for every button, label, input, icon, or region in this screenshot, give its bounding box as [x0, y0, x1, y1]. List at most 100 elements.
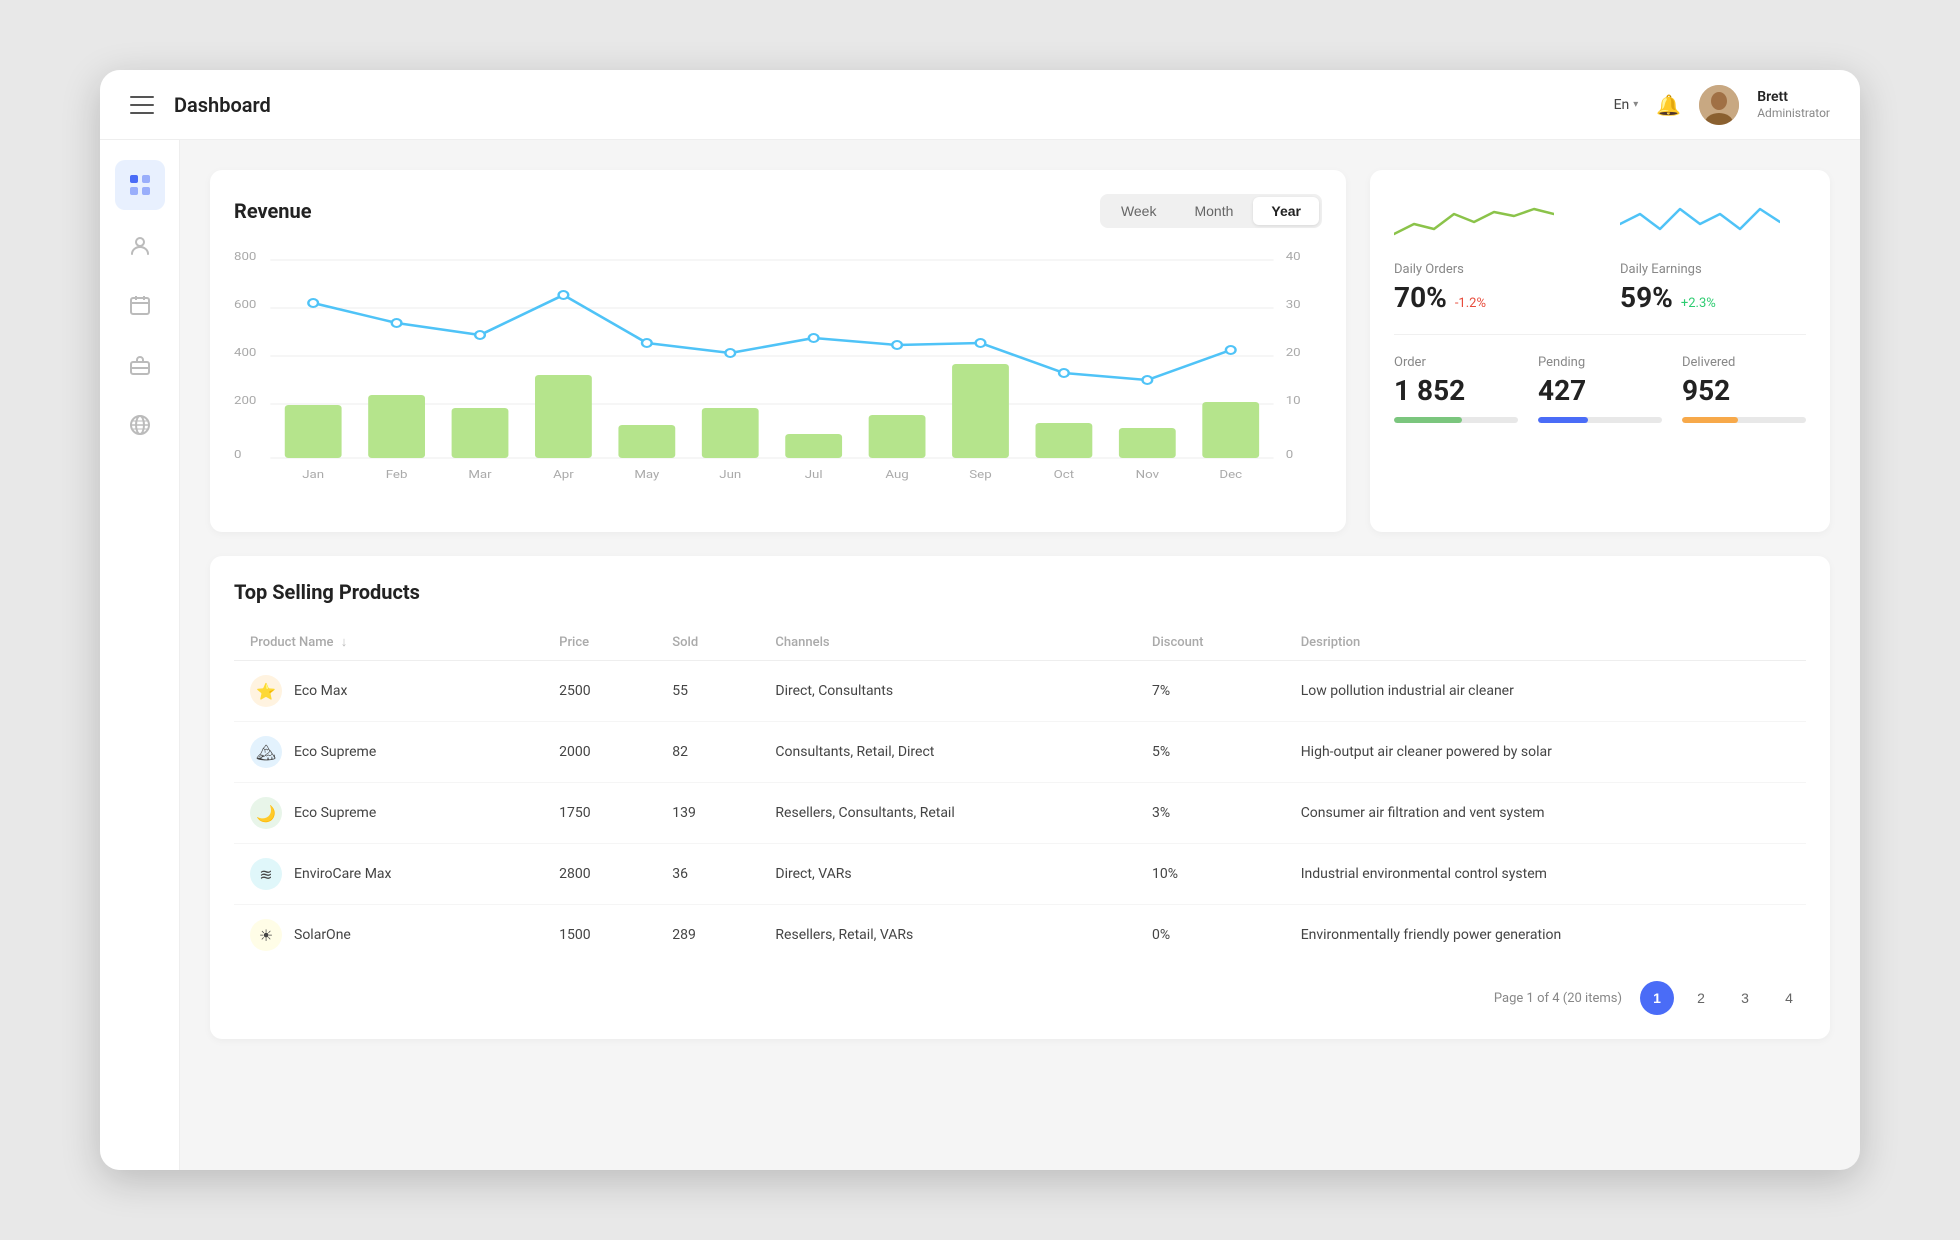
page-1-button[interactable]: 1 — [1640, 981, 1674, 1015]
svg-text:Oct: Oct — [1054, 468, 1074, 481]
pending-progress-bg — [1538, 417, 1662, 423]
product-channels: Direct, VARs — [759, 844, 1136, 905]
daily-orders-delta: -1.2% — [1455, 296, 1486, 311]
product-channels: Consultants, Retail, Direct — [759, 722, 1136, 783]
products-table: Product Name ↓ Price Sold Channels Disco… — [234, 624, 1806, 965]
page-2-button[interactable]: 2 — [1684, 981, 1718, 1015]
table-card: Top Selling Products Product Name ↓ Pric… — [210, 556, 1830, 1039]
product-name: Eco Supreme — [294, 744, 376, 760]
product-discount: 7% — [1136, 661, 1285, 722]
daily-earnings-delta: +2.3% — [1681, 296, 1716, 311]
svg-text:600: 600 — [234, 298, 257, 311]
sidebar-item-globe[interactable] — [115, 400, 165, 450]
product-name-cell: ☀ SolarOne — [234, 905, 543, 966]
menu-icon[interactable] — [130, 96, 154, 114]
col-price: Price — [543, 624, 656, 661]
svg-text:Aug: Aug — [885, 468, 909, 481]
notification-bell-icon[interactable]: 🔔 — [1656, 93, 1681, 117]
col-product-name[interactable]: Product Name ↓ — [234, 624, 543, 661]
table-row: ☀ SolarOne 1500 289 Resellers, Retail, V… — [234, 905, 1806, 966]
product-icon: 🌙 — [250, 797, 282, 829]
daily-earnings-stat: Daily Earnings 59% +2.3% — [1620, 194, 1806, 314]
product-channels: Resellers, Consultants, Retail — [759, 783, 1136, 844]
svg-text:Apr: Apr — [553, 468, 574, 481]
tab-week[interactable]: Week — [1103, 197, 1175, 225]
topbar: Dashboard En ▾ 🔔 Brett Administrator — [100, 70, 1860, 140]
product-description: Industrial environmental control system — [1285, 844, 1806, 905]
product-description: Low pollution industrial air cleaner — [1285, 661, 1806, 722]
product-price: 1500 — [543, 905, 656, 966]
topbar-right: En ▾ 🔔 Brett Administrator — [1614, 85, 1830, 125]
svg-text:Feb: Feb — [386, 468, 408, 481]
revenue-card: Revenue Week Month Year 800 600 400 — [210, 170, 1346, 532]
sidebar-item-briefcase[interactable] — [115, 340, 165, 390]
svg-text:Nov: Nov — [1136, 468, 1159, 481]
page-title: Dashboard — [174, 93, 1614, 117]
daily-earnings-value-row: 59% +2.3% — [1620, 281, 1806, 314]
user-role: Administrator — [1757, 106, 1830, 122]
svg-text:Mar: Mar — [468, 468, 491, 481]
product-sold: 139 — [656, 783, 759, 844]
svg-text:May: May — [634, 468, 659, 481]
pagination-row: Page 1 of 4 (20 items) 1 2 3 4 — [234, 981, 1806, 1015]
product-name: Eco Max — [294, 683, 347, 699]
order-label: Order — [1394, 355, 1518, 370]
avatar — [1699, 85, 1739, 125]
daily-earnings-value: 59% — [1620, 281, 1673, 314]
lang-selector[interactable]: En ▾ — [1614, 97, 1639, 113]
top-section: Revenue Week Month Year 800 600 400 — [210, 170, 1830, 532]
mini-stats-row: Daily Orders 70% -1.2% — [1394, 194, 1806, 314]
svg-text:800: 800 — [234, 250, 257, 263]
product-discount: 3% — [1136, 783, 1285, 844]
product-price: 1750 — [543, 783, 656, 844]
order-progress-fill — [1394, 417, 1462, 423]
product-sold: 36 — [656, 844, 759, 905]
product-sold: 289 — [656, 905, 759, 966]
svg-text:400: 400 — [234, 346, 257, 359]
product-price: 2000 — [543, 722, 656, 783]
product-name: EnviroCare Max — [294, 866, 392, 882]
col-sold: Sold — [656, 624, 759, 661]
product-icon: 🏔 — [250, 736, 282, 768]
tab-year[interactable]: Year — [1253, 197, 1319, 225]
sidebar-item-dashboard[interactable] — [115, 160, 165, 210]
svg-text:40: 40 — [1286, 250, 1301, 263]
tab-month[interactable]: Month — [1176, 197, 1251, 225]
sort-icon: ↓ — [341, 635, 348, 650]
app-container: Dashboard En ▾ 🔔 Brett Administrator — [100, 70, 1860, 1170]
chevron-down-icon: ▾ — [1633, 99, 1638, 110]
svg-text:0: 0 — [1286, 448, 1294, 461]
product-name: Eco Supreme — [294, 805, 376, 821]
product-name-cell: 🏔 Eco Supreme — [234, 722, 543, 783]
period-tabs: Week Month Year — [1100, 194, 1322, 228]
daily-orders-value-row: 70% -1.2% — [1394, 281, 1580, 314]
product-channels: Direct, Consultants — [759, 661, 1136, 722]
sidebar-item-calendar[interactable] — [115, 280, 165, 330]
page-4-button[interactable]: 4 — [1772, 981, 1806, 1015]
sidebar-item-contacts[interactable] — [115, 220, 165, 270]
table-row: 🌙 Eco Supreme 1750 139 Resellers, Consul… — [234, 783, 1806, 844]
product-sold: 55 — [656, 661, 759, 722]
svg-text:Dec: Dec — [1219, 468, 1242, 481]
product-name-cell: 🌙 Eco Supreme — [234, 783, 543, 844]
svg-text:30: 30 — [1286, 298, 1301, 311]
product-description: Environmentally friendly power generatio… — [1285, 905, 1806, 966]
product-name-cell: ⭐ Eco Max — [234, 661, 543, 722]
pending-label: Pending — [1538, 355, 1662, 370]
svg-text:Jul: Jul — [805, 468, 823, 481]
product-name: SolarOne — [294, 927, 351, 943]
lang-label: En — [1614, 97, 1630, 113]
product-description: Consumer air filtration and vent system — [1285, 783, 1806, 844]
delivered-stat: Delivered 952 — [1682, 355, 1806, 423]
delivered-value: 952 — [1682, 374, 1806, 407]
daily-orders-stat: Daily Orders 70% -1.2% — [1394, 194, 1580, 314]
table-title: Top Selling Products — [234, 580, 1806, 604]
pending-value: 427 — [1538, 374, 1662, 407]
pending-progress-fill — [1538, 417, 1588, 423]
page-3-button[interactable]: 3 — [1728, 981, 1762, 1015]
daily-orders-label: Daily Orders — [1394, 262, 1580, 277]
svg-text:20: 20 — [1286, 346, 1301, 359]
daily-orders-value: 70% — [1394, 281, 1447, 314]
col-channels: Channels — [759, 624, 1136, 661]
order-stat: Order 1 852 — [1394, 355, 1518, 423]
